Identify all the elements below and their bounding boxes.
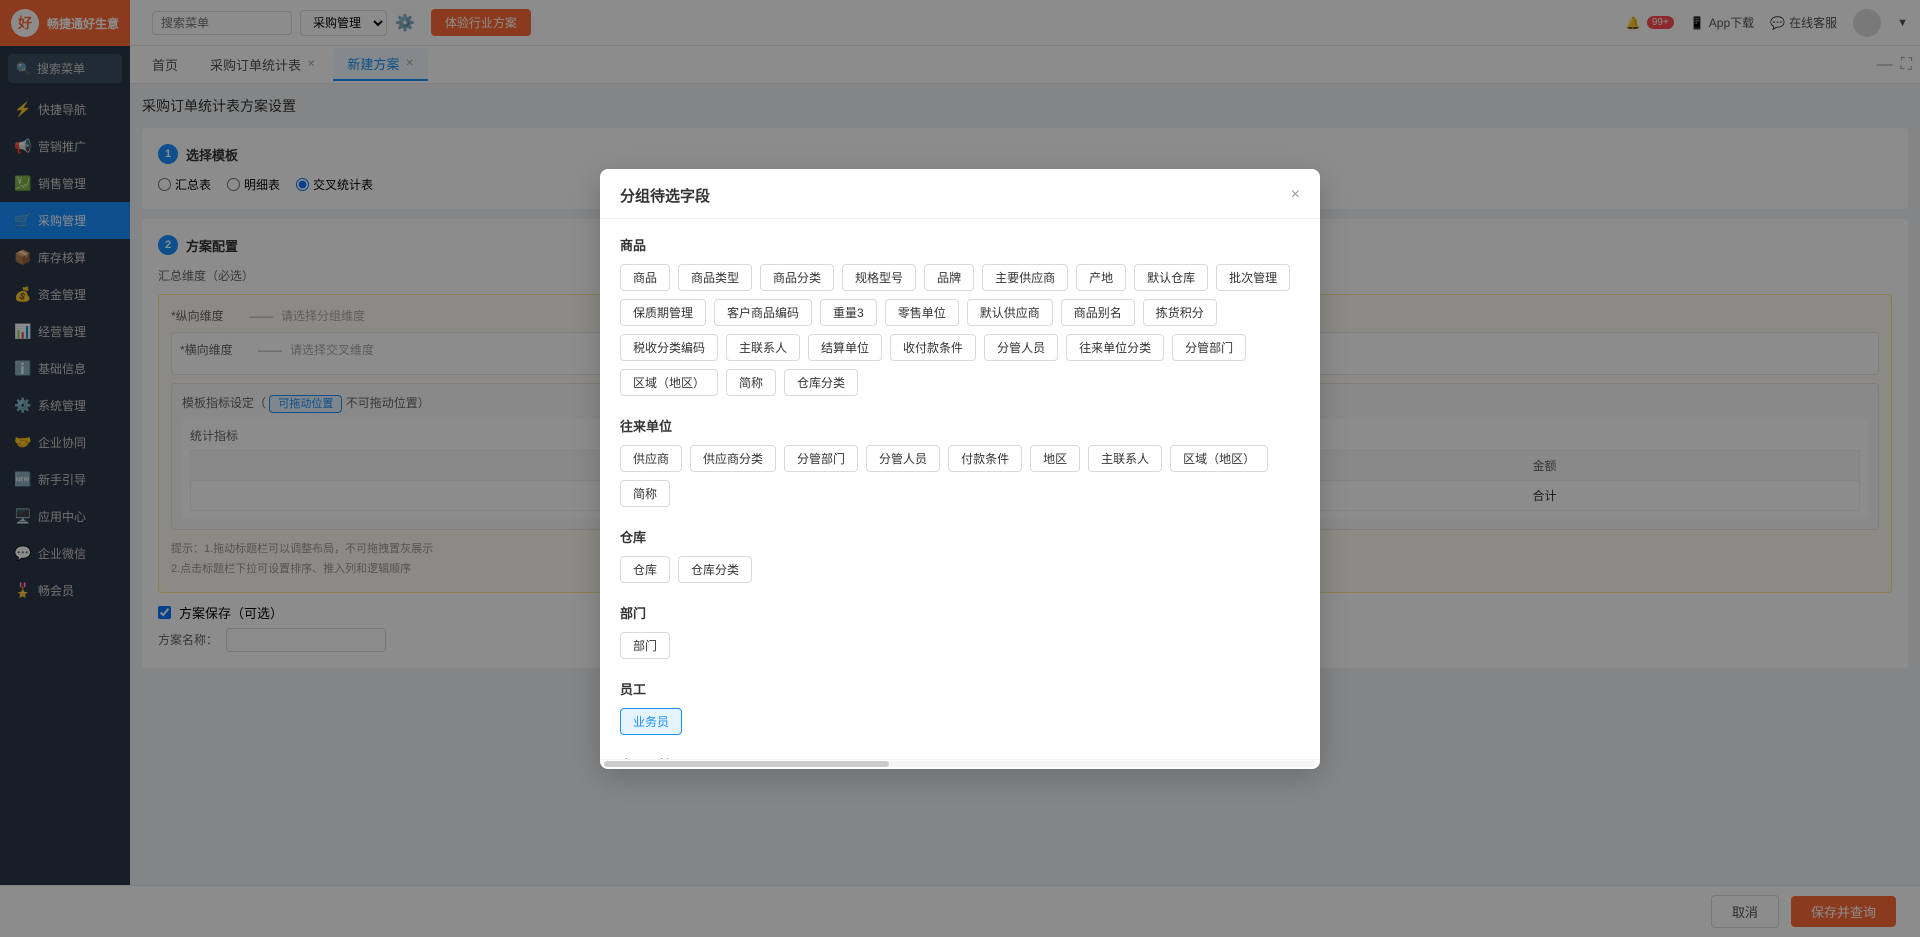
field-tag-product-3[interactable]: 规格型号 [842, 264, 916, 291]
field-tag-product-25[interactable]: 仓库分类 [784, 369, 858, 396]
field-tag-product-17[interactable]: 主联系人 [726, 334, 800, 361]
field-tag-product-7[interactable]: 默认仓库 [1134, 264, 1208, 291]
dialog-close-button[interactable]: × [1291, 186, 1300, 204]
field-tag-product-0[interactable]: 商品 [620, 264, 670, 291]
field-tag-product-19[interactable]: 收付款条件 [890, 334, 976, 361]
field-tag-product-14[interactable]: 商品别名 [1061, 299, 1135, 326]
field-section-partner: 往来单位 供应商 供应商分类 分管部门 分管人员 付款条件 地区 主联系人 区域… [620, 416, 1300, 507]
field-tag-warehouse-1[interactable]: 仓库分类 [678, 556, 752, 583]
dialog-hscroll[interactable] [600, 759, 1320, 769]
field-tag-product-21[interactable]: 往来单位分类 [1066, 334, 1164, 361]
field-tag-product-23[interactable]: 区域（地区） [620, 369, 718, 396]
field-tag-partner-2[interactable]: 分管部门 [784, 445, 858, 472]
field-tag-partner-0[interactable]: 供应商 [620, 445, 682, 472]
field-tags-product: 商品 商品类型 商品分类 规格型号 品牌 主要供应商 产地 默认仓库 批次管理 … [620, 264, 1300, 396]
field-tag-product-13[interactable]: 默认供应商 [967, 299, 1053, 326]
field-tag-product-4[interactable]: 品牌 [924, 264, 974, 291]
field-section-employee-title: 员工 [620, 679, 1300, 698]
dialog-body[interactable]: 商品 商品 商品类型 商品分类 规格型号 品牌 主要供应商 产地 默认仓库 批次… [600, 219, 1320, 759]
field-section-employee: 员工 业务员 [620, 679, 1300, 735]
field-tag-warehouse-0[interactable]: 仓库 [620, 556, 670, 583]
field-tag-product-11[interactable]: 重量3 [820, 299, 877, 326]
field-tag-partner-3[interactable]: 分管人员 [866, 445, 940, 472]
field-section-warehouse: 仓库 仓库 仓库分类 [620, 527, 1300, 583]
field-tag-partner-7[interactable]: 区域（地区） [1170, 445, 1268, 472]
field-section-product-title: 商品 [620, 235, 1300, 254]
field-tag-product-5[interactable]: 主要供应商 [982, 264, 1068, 291]
field-selection-dialog: 分组待选字段 × 商品 商品 商品类型 商品分类 规格型号 品牌 主要供应商 产… [600, 169, 1320, 769]
hscroll-track [604, 761, 1316, 767]
field-tag-partner-4[interactable]: 付款条件 [948, 445, 1022, 472]
field-tag-partner-8[interactable]: 简称 [620, 480, 670, 507]
field-tags-employee: 业务员 [620, 708, 1300, 735]
field-tag-product-20[interactable]: 分管人员 [984, 334, 1058, 361]
field-tag-emp-0[interactable]: 业务员 [620, 708, 682, 735]
field-tag-product-18[interactable]: 结算单位 [808, 334, 882, 361]
field-tag-product-12[interactable]: 零售单位 [885, 299, 959, 326]
field-tag-product-9[interactable]: 保质期管理 [620, 299, 706, 326]
dialog-title: 分组待选字段 [620, 185, 710, 206]
field-tags-warehouse: 仓库 仓库分类 [620, 556, 1300, 583]
field-tag-product-6[interactable]: 产地 [1076, 264, 1126, 291]
field-section-department-title: 部门 [620, 603, 1300, 622]
field-tag-product-16[interactable]: 税收分类编码 [620, 334, 718, 361]
field-tag-partner-1[interactable]: 供应商分类 [690, 445, 776, 472]
field-tag-dept-0[interactable]: 部门 [620, 632, 670, 659]
field-section-warehouse-title: 仓库 [620, 527, 1300, 546]
field-tag-product-2[interactable]: 商品分类 [760, 264, 834, 291]
field-tags-partner: 供应商 供应商分类 分管部门 分管人员 付款条件 地区 主联系人 区域（地区） … [620, 445, 1300, 507]
field-section-partner-title: 往来单位 [620, 416, 1300, 435]
modal-overlay: 分组待选字段 × 商品 商品 商品类型 商品分类 规格型号 品牌 主要供应商 产… [0, 0, 1920, 937]
field-section-department: 部门 部门 [620, 603, 1300, 659]
field-tag-product-8[interactable]: 批次管理 [1216, 264, 1290, 291]
dialog-header: 分组待选字段 × [600, 169, 1320, 219]
field-tag-product-10[interactable]: 客户商品编码 [714, 299, 812, 326]
field-tag-product-24[interactable]: 简称 [726, 369, 776, 396]
field-tags-department: 部门 [620, 632, 1300, 659]
field-tag-product-15[interactable]: 拣货积分 [1143, 299, 1217, 326]
hscroll-thumb [604, 761, 889, 767]
field-tag-partner-5[interactable]: 地区 [1030, 445, 1080, 472]
field-tag-product-1[interactable]: 商品类型 [678, 264, 752, 291]
field-tag-product-22[interactable]: 分管部门 [1172, 334, 1246, 361]
field-section-product: 商品 商品 商品类型 商品分类 规格型号 品牌 主要供应商 产地 默认仓库 批次… [620, 235, 1300, 396]
field-tag-partner-6[interactable]: 主联系人 [1088, 445, 1162, 472]
